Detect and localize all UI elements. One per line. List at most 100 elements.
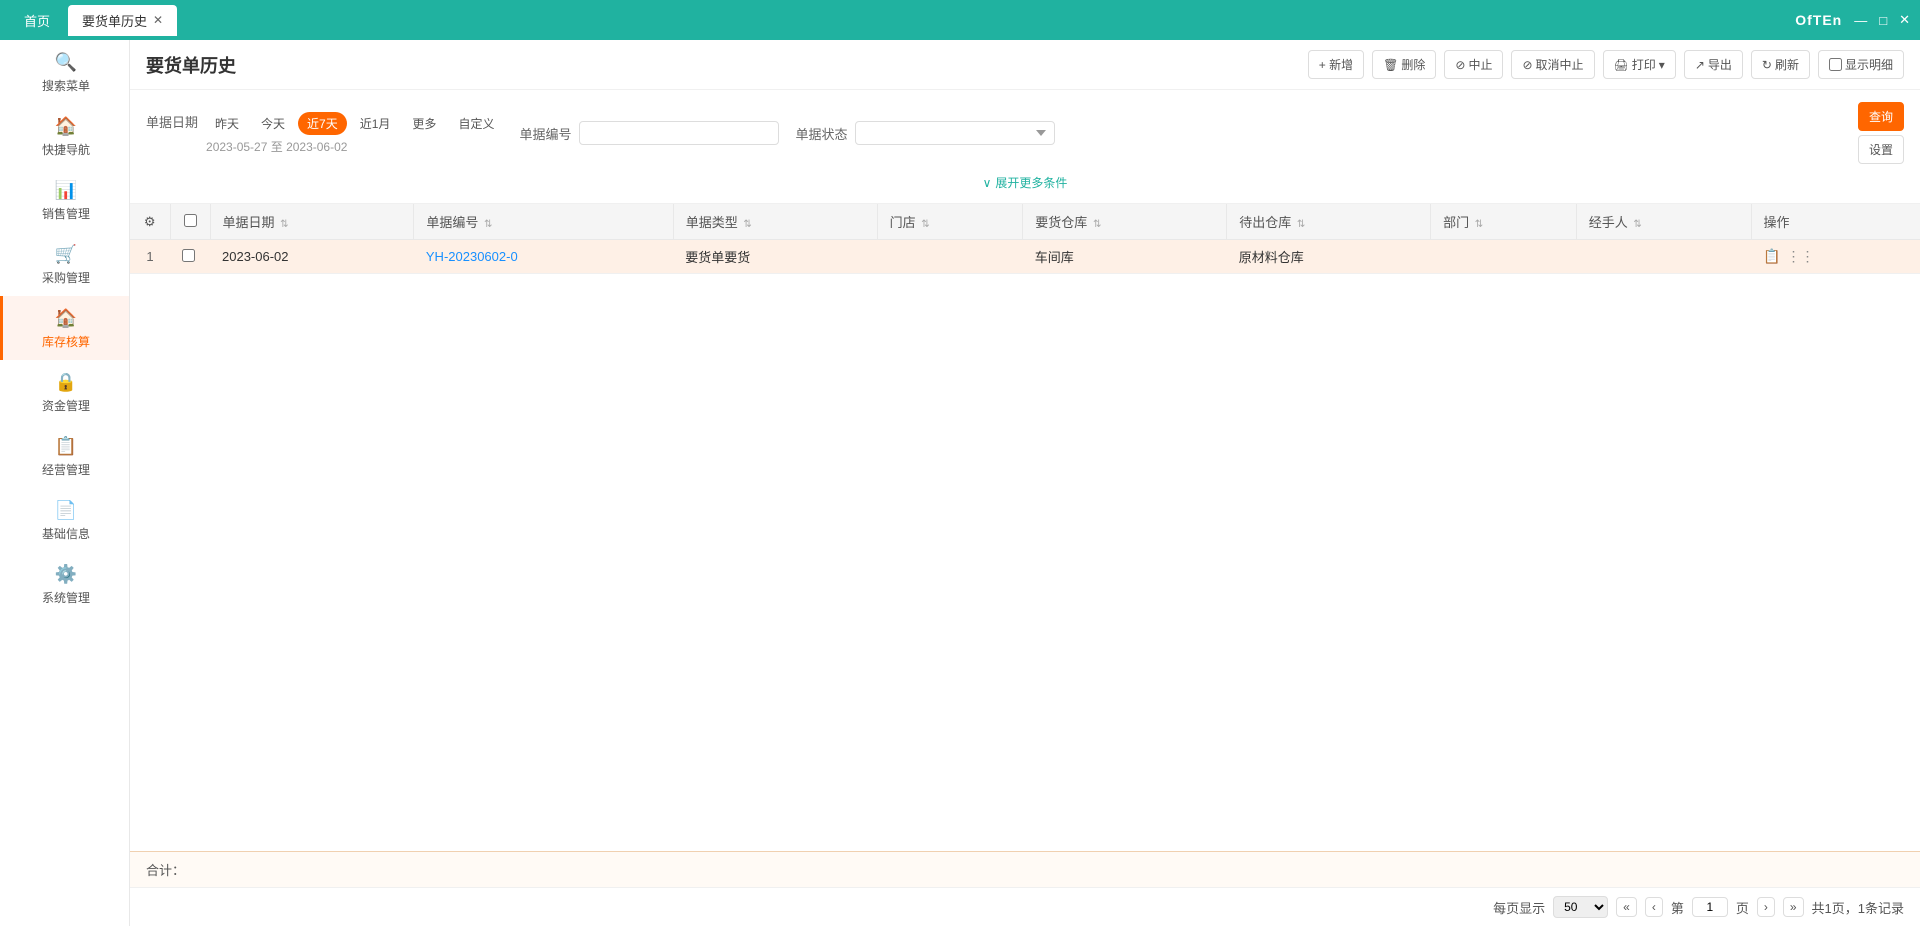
more-icon[interactable]: ⋮⋮	[1786, 248, 1814, 265]
col-dept[interactable]: 部门 ⇅	[1431, 204, 1577, 240]
row-doc-no[interactable]: YH-20230602-0	[414, 240, 673, 274]
col-checkbox[interactable]	[170, 204, 210, 240]
sort-pending-wh-icon: ⇅	[1297, 219, 1305, 230]
expand-more-btn[interactable]: ∨ 展开更多条件	[146, 170, 1904, 195]
doc-no-link[interactable]: YH-20230602-0	[426, 249, 518, 264]
tab-home[interactable]: 首页	[10, 5, 64, 36]
display-detail-checkbox-group[interactable]: 显示明细	[1818, 50, 1904, 79]
col-pending-warehouse[interactable]: 待出仓库 ⇅	[1227, 204, 1431, 240]
main-layout: 🔍 搜索菜单 🏠 快捷导航 📊 销售管理 🛒 采购管理 🏠 库存核算 🔒 资金管…	[0, 40, 1920, 926]
refresh-button[interactable]: ↻ 刷新	[1751, 50, 1810, 79]
date-btn-yesterday[interactable]: 昨天	[206, 112, 248, 135]
col-store[interactable]: 门店 ⇅	[877, 204, 1023, 240]
select-all-checkbox[interactable]	[184, 214, 197, 227]
sort-doc-no-icon: ⇅	[484, 219, 492, 230]
sidebar-item-finance[interactable]: 🔒 资金管理	[0, 360, 129, 424]
status-select[interactable]	[855, 121, 1055, 145]
row-num: 1	[130, 240, 170, 274]
col-doc-date[interactable]: 单据日期 ⇅	[210, 204, 414, 240]
query-btn-group: 查询 设置	[1858, 102, 1904, 164]
query-button[interactable]: 查询	[1858, 102, 1904, 131]
tab-close-icon[interactable]: ✕	[153, 13, 163, 27]
col-doc-no[interactable]: 单据编号 ⇅	[414, 204, 673, 240]
sidebar-item-basic-info[interactable]: 📄 基础信息	[0, 488, 129, 552]
sidebar-item-search-menu[interactable]: 🔍 搜索菜单	[0, 40, 129, 104]
next-page-btn[interactable]: ›	[1757, 897, 1775, 917]
prev-page-btn[interactable]: ‹	[1645, 897, 1663, 917]
sort-doc-date-icon: ⇅	[280, 219, 288, 230]
footer-total: 合计：	[130, 851, 1920, 887]
row-checkbox[interactable]	[182, 249, 195, 262]
filter-area: 单据日期 昨天 今天 近7天 近1月 更多 自定义 2023-05-27 至 2…	[130, 90, 1920, 204]
date-btn-custom[interactable]: 自定义	[449, 112, 503, 135]
col-req-warehouse[interactable]: 要货仓库 ⇅	[1023, 204, 1227, 240]
refresh-icon: ↻	[1762, 58, 1772, 72]
row-handler	[1576, 240, 1751, 274]
sidebar-item-ops-label: 经营管理	[42, 461, 90, 478]
sidebar: 🔍 搜索菜单 🏠 快捷导航 📊 销售管理 🛒 采购管理 🏠 库存核算 🔒 资金管…	[0, 40, 130, 926]
col-handler[interactable]: 经手人 ⇅	[1576, 204, 1751, 240]
export-icon: ↗	[1695, 58, 1705, 72]
date-btn-today[interactable]: 今天	[252, 112, 294, 135]
doc-no-input[interactable]	[579, 121, 779, 145]
sort-doc-type-icon: ⇅	[743, 219, 751, 230]
new-button[interactable]: + 新增	[1308, 50, 1364, 79]
sidebar-item-purchase[interactable]: 🛒 采购管理	[0, 232, 129, 296]
tab-requisition-history-label: 要货单历史	[82, 11, 147, 30]
date-btn-more[interactable]: 更多	[403, 112, 445, 135]
delete-button[interactable]: 🗑 删除	[1372, 50, 1436, 79]
row-store	[877, 240, 1023, 274]
date-btn-last-month[interactable]: 近1月	[351, 112, 400, 135]
stop-button[interactable]: ⊘ 中止	[1444, 50, 1503, 79]
status-label: 单据状态	[795, 124, 847, 143]
row-dept	[1431, 240, 1577, 274]
sidebar-item-sales[interactable]: 📊 销售管理	[0, 168, 129, 232]
brand-text: OfTEn	[1795, 12, 1842, 28]
edit-icon[interactable]: 📋	[1763, 248, 1780, 265]
expand-icon: ∨	[983, 176, 992, 190]
sidebar-item-inventory[interactable]: 🏠 库存核算	[0, 296, 129, 360]
cancel-stop-button[interactable]: ⊘ 取消中止	[1511, 50, 1594, 79]
sales-icon: 📊	[55, 180, 77, 201]
date-btn-last7[interactable]: 近7天	[298, 112, 347, 135]
doc-no-label: 单据编号	[519, 124, 571, 143]
row-checkbox-cell[interactable]	[170, 240, 210, 274]
sidebar-item-sys-mgmt-label: 系统管理	[42, 589, 90, 606]
date-filter-group: 单据日期 昨天 今天 近7天 近1月 更多 自定义 2023-05-27 至 2…	[146, 112, 503, 155]
row-doc-date: 2023-06-02	[210, 240, 414, 274]
last-page-btn[interactable]: »	[1783, 897, 1804, 917]
tab-requisition-history[interactable]: 要货单历史 ✕	[68, 5, 177, 36]
col-settings[interactable]: ⚙	[130, 204, 170, 240]
delete-icon: 🗑	[1383, 58, 1398, 72]
sidebar-item-inventory-label: 库存核算	[42, 333, 90, 350]
export-button[interactable]: ↗ 导出	[1684, 50, 1743, 79]
window-maximize[interactable]: □	[1879, 13, 1887, 28]
per-page-label: 每页显示	[1493, 898, 1545, 917]
page-label: 第	[1671, 898, 1684, 917]
page-suffix: 页	[1736, 898, 1749, 917]
basic-info-icon: 📄	[55, 500, 77, 521]
display-detail-label: 显示明细	[1845, 56, 1893, 73]
display-detail-checkbox[interactable]	[1829, 58, 1842, 71]
window-close[interactable]: ✕	[1899, 12, 1910, 28]
sidebar-item-ops[interactable]: 📋 经营管理	[0, 424, 129, 488]
page-input[interactable]	[1692, 897, 1728, 917]
print-dropdown-icon: ▾	[1659, 58, 1665, 72]
col-doc-type[interactable]: 单据类型 ⇅	[673, 204, 877, 240]
sidebar-item-basic-info-label: 基础信息	[42, 525, 90, 542]
window-minimize[interactable]: —	[1854, 13, 1867, 28]
first-page-btn[interactable]: «	[1616, 897, 1637, 917]
settings-filter-button[interactable]: 设置	[1858, 135, 1904, 164]
top-bar-right: OfTEn — □ ✕	[1795, 12, 1910, 28]
row-pending-warehouse: 原材料仓库	[1227, 240, 1431, 274]
page-header: 要货单历史 + 新增 🗑 删除 ⊘ 中止 ⊘ 取消中止 🖨 打印 ▾ ↗ 导出	[130, 40, 1920, 90]
doc-no-filter-group: 单据编号	[519, 121, 779, 145]
purchase-icon: 🛒	[55, 244, 77, 265]
tab-home-label: 首页	[24, 11, 50, 30]
per-page-select[interactable]: 20 50 100	[1553, 896, 1608, 918]
print-button[interactable]: 🖨 打印 ▾	[1603, 50, 1676, 79]
sort-store-icon: ⇅	[921, 219, 929, 230]
search-menu-icon: 🔍	[55, 52, 77, 73]
sidebar-item-quick-nav[interactable]: 🏠 快捷导航	[0, 104, 129, 168]
sidebar-item-sys-mgmt[interactable]: ⚙️ 系统管理	[0, 552, 129, 616]
